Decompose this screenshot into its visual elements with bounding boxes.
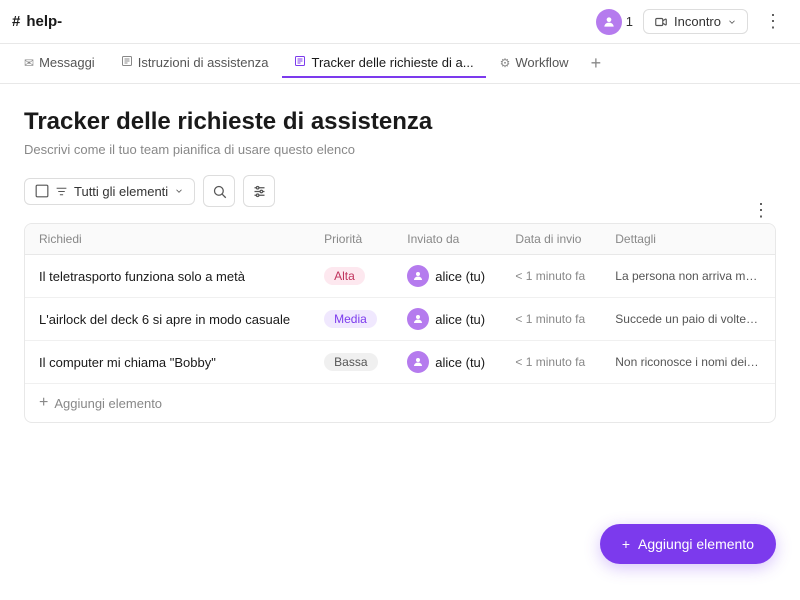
topbar: # help- 1 Incontro ⋮ xyxy=(0,0,800,44)
istruzioni-icon xyxy=(121,55,133,70)
search-button[interactable] xyxy=(203,175,235,207)
priority-badge: Media xyxy=(324,310,377,328)
table-header-row: Richiedi Priorità Inviato da Data di inv… xyxy=(25,224,775,255)
cell-priority: Alta xyxy=(310,255,393,298)
requests-table: Richiedi Priorità Inviato da Data di inv… xyxy=(24,223,776,423)
fab-label: Aggiungi elemento xyxy=(638,536,754,552)
col-richiedi: Richiedi xyxy=(25,224,310,255)
topbar-menu-button[interactable]: ⋮ xyxy=(758,9,788,34)
sender-avatar xyxy=(407,351,429,373)
cell-request: Il teletrasporto funziona solo a metà xyxy=(25,255,310,298)
fab-add-button[interactable]: + Aggiungi elemento xyxy=(600,524,776,564)
tab-istruzioni[interactable]: Istruzioni di assistenza xyxy=(109,49,281,78)
tab-workflow-label: Workflow xyxy=(515,55,568,70)
tab-workflow[interactable]: ⚙ Workflow xyxy=(488,49,581,78)
sender-avatar xyxy=(407,265,429,287)
toolbar: Tutti gli elementi xyxy=(24,175,776,207)
add-element-row[interactable]: + Aggiungi elemento xyxy=(25,383,775,422)
cell-details: Non riconosce i nomi dei memb... xyxy=(601,341,775,384)
meeting-button[interactable]: Incontro xyxy=(643,9,748,34)
table-row[interactable]: L'airlock del deck 6 si apre in modo cas… xyxy=(25,298,775,341)
workflow-icon: ⚙ xyxy=(500,56,511,70)
table-row[interactable]: Il teletrasporto funziona solo a metà Al… xyxy=(25,255,775,298)
tab-tracker[interactable]: Tracker delle richieste di a... xyxy=(282,49,485,78)
app-name: # help- xyxy=(12,13,62,30)
cell-details: La persona non arriva mai a ... xyxy=(601,255,775,298)
online-count: 1 xyxy=(626,14,633,29)
fab-plus-icon: + xyxy=(622,536,630,552)
cell-details: Succede un paio di volte all'ora xyxy=(601,298,775,341)
cell-request: Il computer mi chiama "Bobby" xyxy=(25,341,310,384)
filter-label: Tutti gli elementi xyxy=(74,184,168,199)
messaggi-icon: ✉ xyxy=(24,56,34,70)
tab-istruzioni-label: Istruzioni di assistenza xyxy=(138,55,269,70)
cell-priority: Bassa xyxy=(310,341,393,384)
sliders-button[interactable] xyxy=(243,175,275,207)
cell-date: < 1 minuto fa xyxy=(501,255,601,298)
tab-messaggi-label: Messaggi xyxy=(39,55,95,70)
col-inviato-da: Inviato da xyxy=(393,224,501,255)
tab-messaggi[interactable]: ✉ Messaggi xyxy=(12,49,107,78)
user-avatar xyxy=(596,9,622,35)
cell-sender: alice (tu) xyxy=(393,298,501,341)
add-element-label: Aggiungi elemento xyxy=(54,396,162,411)
page-more-button[interactable]: ⋮ xyxy=(746,196,776,225)
hash-icon: # xyxy=(12,13,20,30)
meeting-label: Incontro xyxy=(674,14,721,29)
filter-button[interactable]: Tutti gli elementi xyxy=(24,178,195,205)
cell-sender: alice (tu) xyxy=(393,255,501,298)
page-title: Tracker delle richieste di assistenza xyxy=(24,108,776,136)
app-title: help- xyxy=(26,13,62,30)
page-content: Tracker delle richieste di assistenza De… xyxy=(0,84,800,423)
topbar-right: 1 Incontro ⋮ xyxy=(596,9,788,35)
cell-date: < 1 minuto fa xyxy=(501,341,601,384)
priority-badge: Bassa xyxy=(324,353,377,371)
sender-name: alice (tu) xyxy=(435,269,485,284)
table-row[interactable]: Il computer mi chiama "Bobby" Bassa alic… xyxy=(25,341,775,384)
avatar-count: 1 xyxy=(596,9,633,35)
cell-date: < 1 minuto fa xyxy=(501,298,601,341)
sender-name: alice (tu) xyxy=(435,355,485,370)
page-subtitle: Descrivi come il tuo team pianifica di u… xyxy=(24,142,776,157)
col-dettagli: Dettagli xyxy=(601,224,775,255)
add-tab-button[interactable]: + xyxy=(583,49,610,78)
plus-icon: + xyxy=(39,394,48,412)
tracker-icon xyxy=(294,55,306,70)
col-priorita: Priorità xyxy=(310,224,393,255)
cell-sender: alice (tu) xyxy=(393,341,501,384)
cell-priority: Media xyxy=(310,298,393,341)
cell-request: L'airlock del deck 6 si apre in modo cas… xyxy=(25,298,310,341)
col-data-invio: Data di invio xyxy=(501,224,601,255)
priority-badge: Alta xyxy=(324,267,365,285)
tab-tracker-label: Tracker delle richieste di a... xyxy=(311,55,473,70)
tab-bar: ✉ Messaggi Istruzioni di assistenza Trac… xyxy=(0,44,800,84)
sender-avatar xyxy=(407,308,429,330)
sender-name: alice (tu) xyxy=(435,312,485,327)
